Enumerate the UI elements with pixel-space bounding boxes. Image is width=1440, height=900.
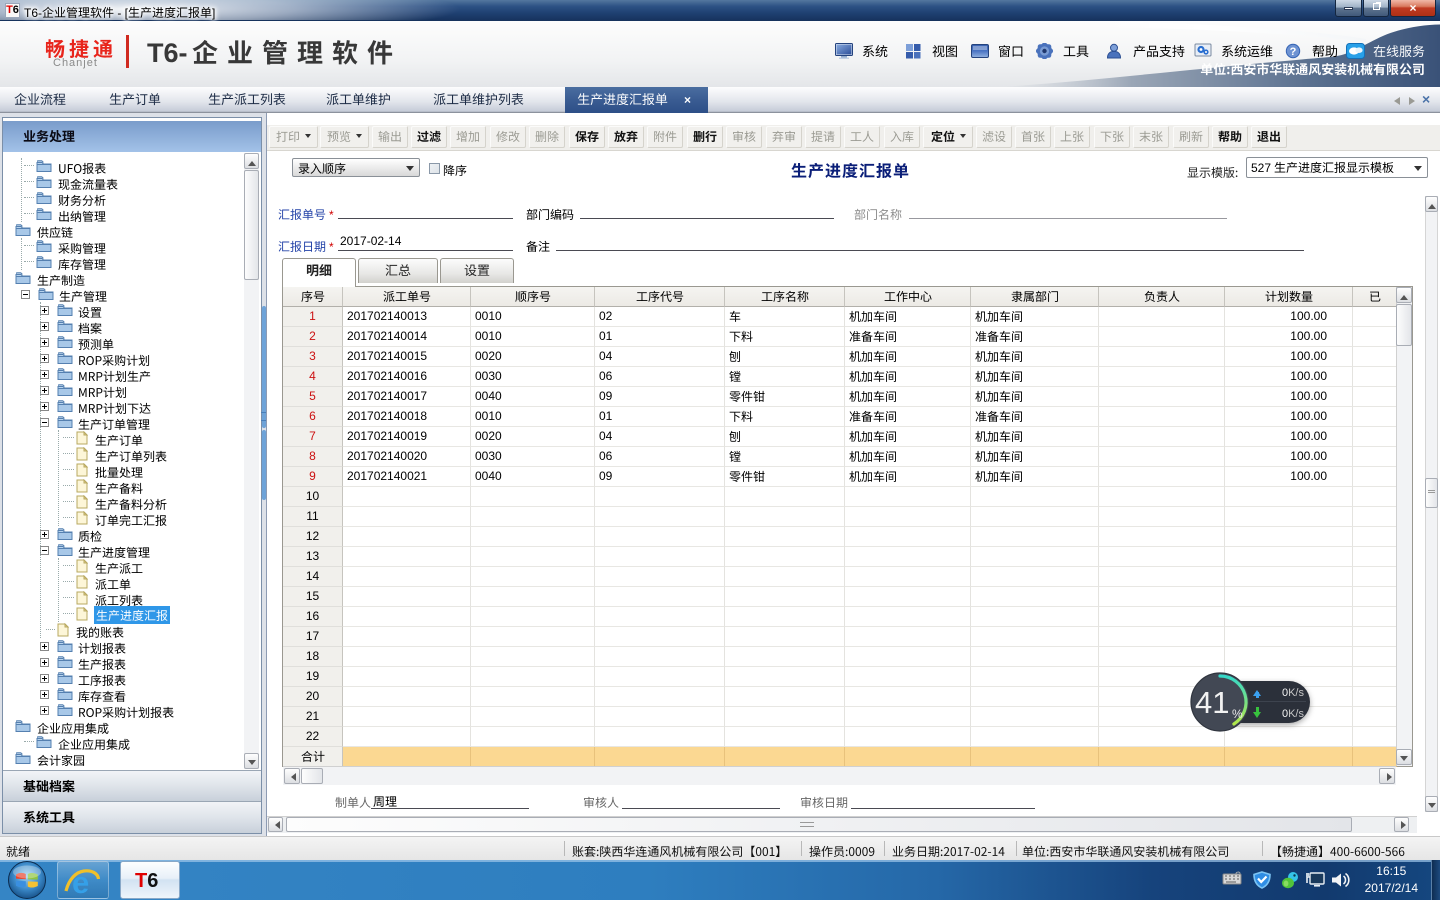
svg-text:%: % bbox=[1232, 707, 1243, 721]
svg-text:41: 41 bbox=[1195, 685, 1229, 720]
svg-text:?: ? bbox=[1290, 46, 1297, 58]
